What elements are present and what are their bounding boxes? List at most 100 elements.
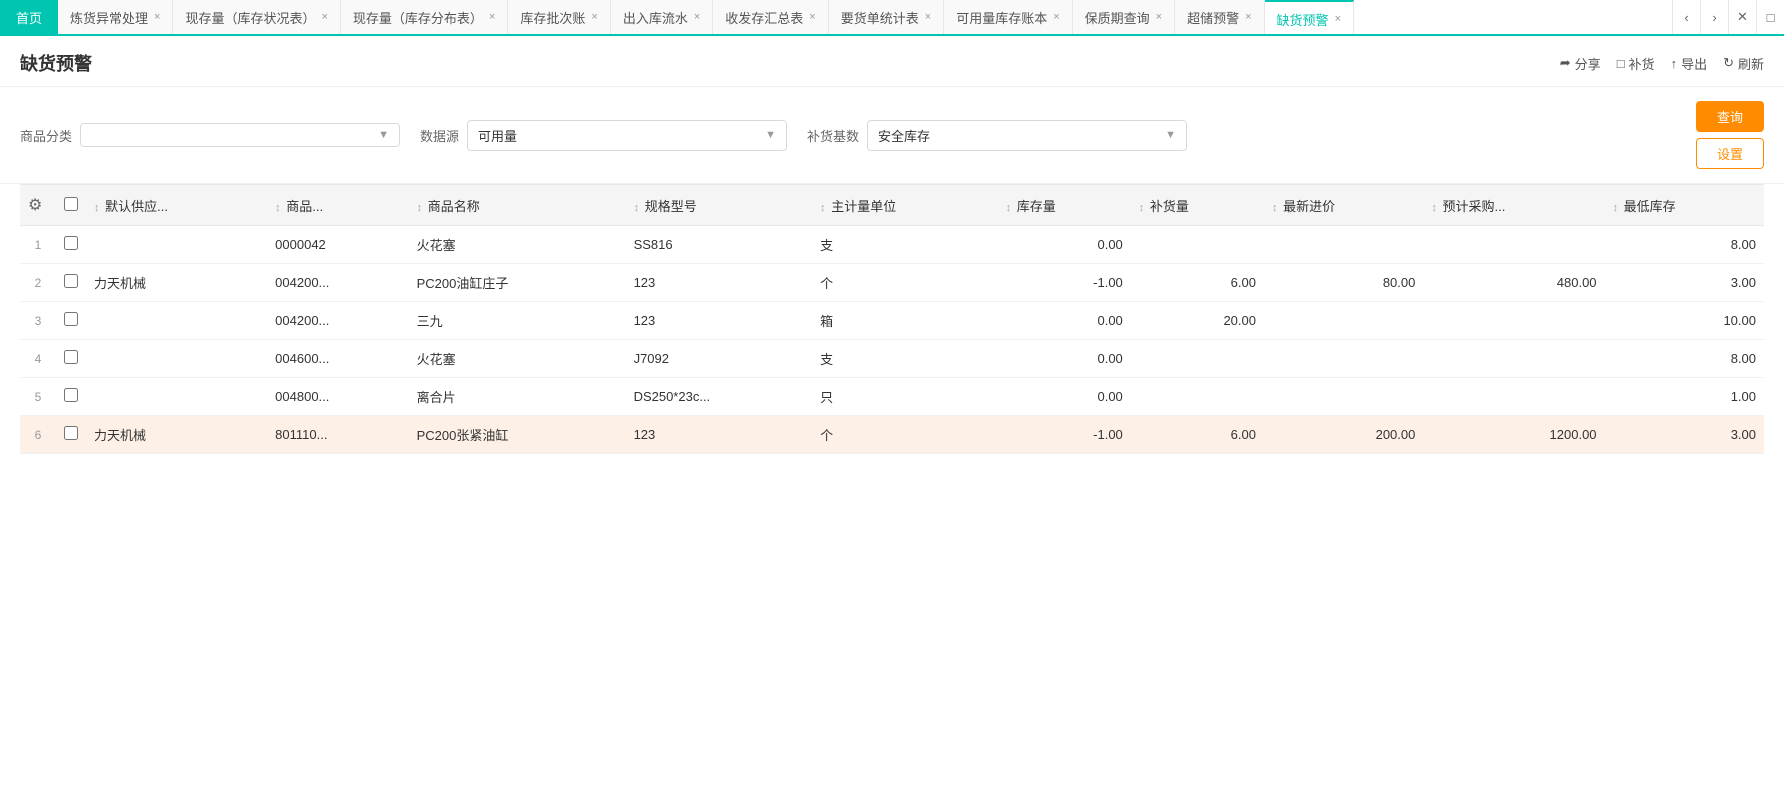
latest-price-sort-icon: ↕ [1272, 202, 1278, 214]
query-button[interactable]: 查询 [1696, 101, 1764, 132]
row-gear-1: 2 [20, 264, 56, 302]
nav-tab-close-3[interactable]: × [591, 11, 597, 23]
nav-tab-close-0[interactable]: × [154, 11, 160, 23]
nav-tab-1[interactable]: 现存量（库存状况表）× [173, 0, 340, 35]
row-stock-qty-3: 0.00 [998, 340, 1131, 378]
nav-tab-8[interactable]: 保质期查询× [1073, 0, 1175, 35]
row-restock-qty-1: 6.00 [1131, 264, 1264, 302]
table-row: 1 0000042 火花塞 SS816 支 0.00 8.00 [20, 226, 1764, 264]
nav-left-btn[interactable]: ‹ [1672, 0, 1700, 35]
export-icon: ↑ [1671, 56, 1678, 71]
share-action[interactable]: ➦ 分享 [1560, 54, 1601, 73]
col-restock-qty[interactable]: ↕ 补货量 [1131, 185, 1264, 226]
export-action[interactable]: ↑ 导出 [1671, 54, 1708, 73]
nav-arrows: ‹ › ✕ □ [1672, 0, 1784, 35]
row-latest-price-4 [1264, 378, 1423, 416]
restock-base-arrow-icon: ▼ [1165, 129, 1176, 141]
nav-close-btn[interactable]: ✕ [1728, 0, 1756, 35]
restock-base-select[interactable]: 安全库存 ▼ [867, 120, 1187, 151]
page-content: 缺货预警 ➦ 分享 □ 补货 ↑ 导出 ↻ 刷新 商品分类 [0, 36, 1784, 796]
datasource-select[interactable]: 可用量 ▼ [467, 120, 787, 151]
nav-right-btn[interactable]: › [1700, 0, 1728, 35]
col-latest-price[interactable]: ↕ 最新进价 [1264, 185, 1423, 226]
row-latest-price-1: 80.00 [1264, 264, 1423, 302]
nav-tab-label-5: 收发存汇总表 [725, 8, 803, 27]
row-restock-qty-5: 6.00 [1131, 416, 1264, 454]
row-unit-1: 个 [812, 264, 998, 302]
nav-tab-5[interactable]: 收发存汇总表 × [713, 0, 828, 35]
row-latest-price-5: 200.00 [1264, 416, 1423, 454]
row-cb-cell-4 [56, 378, 86, 416]
restock-base-label: 补货基数 [807, 126, 859, 145]
nav-expand-btn[interactable]: □ [1756, 0, 1784, 35]
nav-home[interactable]: 首页 [0, 0, 58, 35]
nav-tab-label-7: 可用量库存账本 [956, 8, 1047, 27]
row-checkbox-3[interactable] [64, 350, 78, 364]
col-checkbox [56, 185, 86, 226]
row-restock-qty-3 [1131, 340, 1264, 378]
col-unit[interactable]: ↕ 主计量单位 [812, 185, 998, 226]
row-product-name-5: PC200张紧油缸 [409, 416, 626, 454]
row-gear-3: 4 [20, 340, 56, 378]
row-product-name-0: 火花塞 [409, 226, 626, 264]
row-spec-1: 123 [626, 264, 813, 302]
nav-tab-4[interactable]: 出入库流水× [611, 0, 713, 35]
nav-tab-3[interactable]: 库存批次账× [508, 0, 610, 35]
col-latest-price-label: 最新进价 [1283, 199, 1335, 214]
row-restock-qty-0 [1131, 226, 1264, 264]
nav-tab-close-9[interactable]: × [1245, 11, 1251, 23]
nav-tab-close-7[interactable]: × [1053, 11, 1059, 23]
row-restock-qty-2: 20.00 [1131, 302, 1264, 340]
row-checkbox-2[interactable] [64, 312, 78, 326]
top-nav: 首页 炼货异常处理×现存量（库存状况表）×现存量（库存分布表）×库存批次账×出入… [0, 0, 1784, 36]
row-stock-qty-2: 0.00 [998, 302, 1131, 340]
restock-base-filter-group: 补货基数 安全库存 ▼ [807, 120, 1187, 151]
row-supplier-2 [86, 302, 267, 340]
col-stock-qty[interactable]: ↕ 库存量 [998, 185, 1131, 226]
row-checkbox-5[interactable] [64, 426, 78, 440]
product-code-sort-icon: ↕ [275, 202, 281, 214]
nav-tab-close-8[interactable]: × [1156, 11, 1162, 23]
row-product-name-3: 火花塞 [409, 340, 626, 378]
nav-tab-close-1[interactable]: × [321, 11, 327, 23]
refresh-icon: ↻ [1723, 55, 1734, 71]
col-supplier-label: 默认供应... [105, 199, 168, 214]
product-name-sort-icon: ↕ [417, 202, 423, 214]
col-supplier[interactable]: ↕ 默认供应... [86, 185, 267, 226]
nav-tab-close-6[interactable]: × [925, 11, 931, 23]
nav-tab-10[interactable]: 缺货预警 × [1265, 0, 1354, 36]
row-product-code-1: 004200... [267, 264, 408, 302]
nav-tab-close-4[interactable]: × [694, 11, 700, 23]
gear-icon[interactable]: ⚙ [28, 197, 42, 214]
nav-tab-close-5[interactable]: × [809, 11, 815, 23]
col-spec[interactable]: ↕ 规格型号 [626, 185, 813, 226]
nav-tab-7[interactable]: 可用量库存账本 × [944, 0, 1072, 35]
row-checkbox-1[interactable] [64, 274, 78, 288]
category-select[interactable]: ▼ [80, 123, 400, 147]
row-spec-4: DS250*23c... [626, 378, 813, 416]
table-container: ⚙ ↕ 默认供应... ↕ 商品... ↕ 商品名称 [0, 184, 1784, 454]
nav-tab-0[interactable]: 炼货异常处理× [58, 0, 173, 35]
nav-tab-2[interactable]: 现存量（库存分布表）× [341, 0, 508, 35]
nav-tab-close-2[interactable]: × [489, 11, 495, 23]
supplier-sort-icon: ↕ [94, 202, 100, 214]
nav-tab-9[interactable]: 超储预警 × [1175, 0, 1264, 35]
nav-tab-label-10: 缺货预警 [1277, 10, 1329, 29]
page-header: 缺货预警 ➦ 分享 □ 补货 ↑ 导出 ↻ 刷新 [0, 36, 1784, 87]
settings-button[interactable]: 设置 [1696, 138, 1764, 169]
nav-tab-6[interactable]: 要货单统计表× [829, 0, 944, 35]
refresh-action[interactable]: ↻ 刷新 [1723, 54, 1764, 73]
row-checkbox-0[interactable] [64, 236, 78, 250]
row-checkbox-4[interactable] [64, 388, 78, 402]
col-min-stock[interactable]: ↕ 最低库存 [1605, 185, 1764, 226]
col-est-purchase[interactable]: ↕ 预计采购... [1423, 185, 1604, 226]
restock-action[interactable]: □ 补货 [1617, 54, 1655, 73]
row-spec-5: 123 [626, 416, 813, 454]
row-latest-price-3 [1264, 340, 1423, 378]
nav-tab-label-9: 超储预警 [1187, 8, 1239, 27]
col-product-name[interactable]: ↕ 商品名称 [409, 185, 626, 226]
select-all-checkbox[interactable] [64, 197, 78, 211]
row-min-stock-4: 1.00 [1605, 378, 1764, 416]
nav-tab-close-10[interactable]: × [1335, 13, 1341, 25]
col-product-code[interactable]: ↕ 商品... [267, 185, 408, 226]
